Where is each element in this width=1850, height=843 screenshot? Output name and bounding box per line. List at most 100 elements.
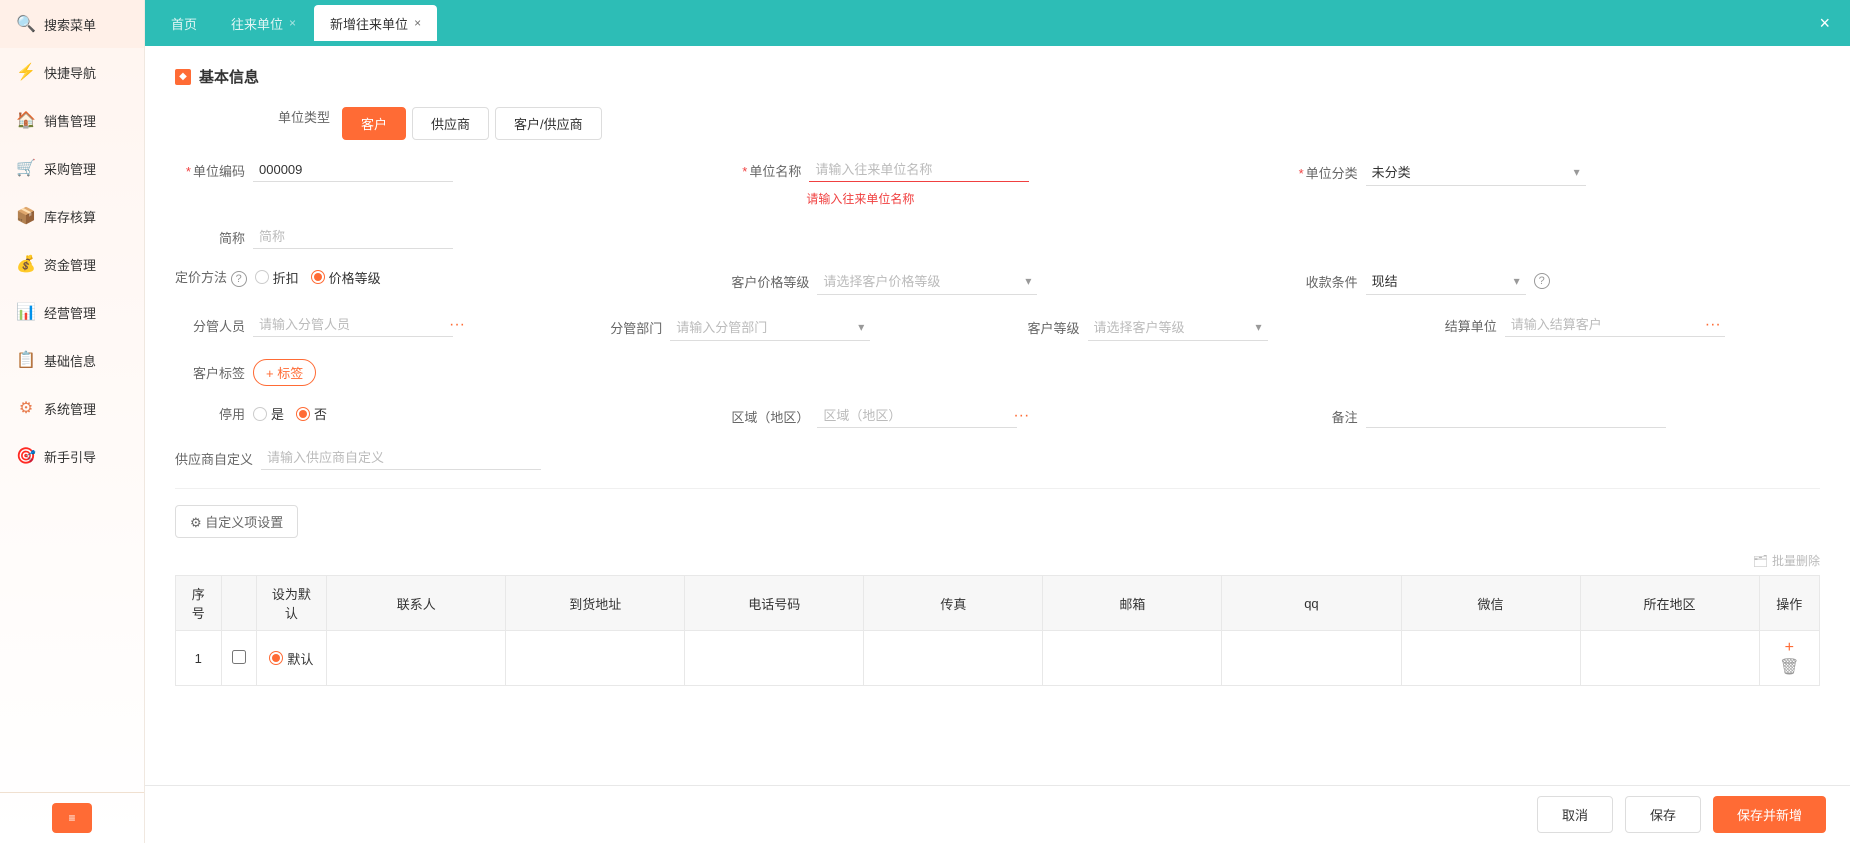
unit-type-both-btn[interactable]: 客户/供应商: [495, 107, 602, 140]
unit-type-row: 单位类型 客户 供应商 客户/供应商: [265, 107, 1820, 140]
row-wechat-input[interactable]: [1412, 651, 1570, 666]
department-select[interactable]: 请输入分管部门 ▾: [670, 313, 870, 341]
col-location: 所在地区: [1580, 576, 1759, 631]
unit-category-group: *单位分类 未分类 ▾: [1288, 158, 1820, 186]
row-contact-input[interactable]: [337, 651, 495, 666]
row-checkbox-input[interactable]: [232, 650, 246, 664]
row-qq-input[interactable]: [1232, 651, 1390, 666]
row-email-input[interactable]: [1053, 651, 1211, 666]
unit-type-customer-btn[interactable]: 客户: [342, 107, 406, 140]
customer-level-label: 客户等级: [1010, 318, 1080, 337]
custom-settings-btn[interactable]: ⚙ 自定义项设置: [175, 505, 298, 538]
unit-name-input[interactable]: [809, 158, 1029, 182]
customer-price-level-chevron: ▾: [1025, 274, 1031, 288]
sidebar-label-basic-info: 基础信息: [44, 351, 96, 370]
customer-price-level-label: 客户价格等级: [731, 272, 809, 291]
sidebar-item-operations[interactable]: 📊 经营管理: [0, 288, 144, 336]
tab-new-counterparty[interactable]: 新增往来单位 ×: [314, 5, 437, 41]
manager-group: 分管人员 ···: [175, 313, 568, 337]
payment-terms-help-icon[interactable]: ?: [1534, 273, 1550, 289]
col-wechat: 微信: [1401, 576, 1580, 631]
unit-category-label: *单位分类: [1288, 163, 1358, 182]
disabled-radio-no[interactable]: 否: [296, 404, 327, 423]
tab-counterparty-label: 往来单位: [231, 14, 283, 33]
tab-counterparty[interactable]: 往来单位 ×: [215, 5, 312, 41]
window-close-btn[interactable]: ×: [1809, 13, 1840, 34]
sidebar-item-system[interactable]: ⚙ 系统管理: [0, 384, 144, 432]
shortname-input[interactable]: [253, 225, 453, 249]
pricing-radio-price-level[interactable]: 价格等级: [311, 268, 381, 287]
sidebar-expand-btn[interactable]: ≡: [52, 803, 92, 833]
region-dots-btn[interactable]: ···: [1009, 407, 1033, 425]
content-area: ◆ 基本信息 单位类型 客户 供应商 客户/供应商 *单位编码: [145, 46, 1850, 785]
sidebar-item-purchase[interactable]: 🛒 采购管理: [0, 144, 144, 192]
region-input-group: ···: [817, 404, 1017, 428]
disabled-radio-yes[interactable]: 是: [253, 404, 284, 423]
contact-table: 序号 设为默认 联系人 到货地址 电话号码 传真 邮箱 qq 微信 所在地区 操…: [175, 575, 1820, 686]
sidebar-item-sales[interactable]: 🏠 销售管理: [0, 96, 144, 144]
col-qq: qq: [1222, 576, 1401, 631]
row-wechat: [1401, 631, 1580, 686]
operations-icon: 📊: [16, 302, 36, 322]
tab-home[interactable]: 首页: [155, 5, 213, 41]
row-address-input[interactable]: [516, 651, 674, 666]
row-phone-input[interactable]: [695, 651, 853, 666]
col-action: 操作: [1759, 576, 1819, 631]
sidebar-label-sales: 销售管理: [44, 111, 96, 130]
payment-terms-select[interactable]: 现结 ▾: [1366, 267, 1526, 295]
disabled-radio-group: 是 否: [253, 404, 327, 423]
unit-type-supplier-btn[interactable]: 供应商: [412, 107, 489, 140]
table-row: 1 默认: [176, 631, 1820, 686]
section-header: ◆ 基本信息: [175, 66, 1820, 87]
pricing-radio-discount[interactable]: 折扣: [255, 268, 299, 287]
sidebar-label-beginner: 新手引导: [44, 447, 96, 466]
region-input[interactable]: [817, 404, 1005, 427]
supplier-custom-input[interactable]: [261, 446, 541, 470]
manager-dots-btn[interactable]: ···: [445, 316, 469, 334]
tab-home-label: 首页: [171, 14, 197, 33]
tab-counterparty-close[interactable]: ×: [289, 16, 296, 30]
sidebar-item-inventory[interactable]: 📦 库存核算: [0, 192, 144, 240]
settlement-dots-btn[interactable]: ···: [1701, 316, 1725, 334]
payment-terms-chevron: ▾: [1514, 274, 1520, 288]
add-tag-btn[interactable]: + 标签: [253, 359, 316, 386]
cancel-button[interactable]: 取消: [1537, 796, 1613, 833]
row-add-btn[interactable]: +: [1783, 639, 1796, 656]
beginner-icon: 🎯: [16, 446, 36, 466]
batch-delete-label[interactable]: 批量删除: [1772, 552, 1820, 569]
customer-level-select[interactable]: 请选择客户等级 ▾: [1088, 313, 1268, 341]
price-level-label: 价格等级: [329, 268, 381, 287]
save-new-button[interactable]: 保存并新增: [1713, 796, 1826, 833]
customer-price-level-select[interactable]: 请选择客户价格等级 ▾: [817, 267, 1037, 295]
remarks-input[interactable]: [1366, 404, 1666, 428]
tab-bar: 首页 往来单位 × 新增往来单位 × ×: [145, 0, 1850, 46]
tab-new-counterparty-close[interactable]: ×: [414, 16, 421, 30]
pricing-radio-group: 折扣 价格等级: [255, 268, 381, 287]
disabled-row: 停用 是 否 区域（地区）: [175, 404, 1820, 428]
row-fax-input[interactable]: [874, 651, 1032, 666]
price-level-dot: [314, 273, 322, 281]
department-placeholder: 请输入分管部门: [676, 317, 854, 336]
sidebar-label-search: 搜索菜单: [44, 15, 96, 34]
sidebar-item-search[interactable]: 🔍 搜索菜单: [0, 0, 144, 48]
row-default-radio[interactable]: 默认: [267, 649, 317, 668]
row-default: 默认: [256, 631, 327, 686]
region-label: 区域（地区）: [731, 407, 809, 426]
row-delete-btn[interactable]: 🗑: [1777, 659, 1801, 676]
pricing-help-icon[interactable]: ?: [231, 271, 247, 287]
unit-category-select[interactable]: 未分类 ▾: [1366, 158, 1586, 186]
row-contact: [327, 631, 506, 686]
sidebar-item-quick-nav[interactable]: ⚡ 快捷导航: [0, 48, 144, 96]
unit-name-label: *单位名称: [731, 161, 801, 180]
customer-level-placeholder: 请选择客户等级: [1094, 317, 1252, 336]
row-location-input[interactable]: [1591, 651, 1749, 666]
sidebar-item-beginner[interactable]: 🎯 新手引导: [0, 432, 144, 480]
manager-input[interactable]: [253, 313, 441, 336]
save-button[interactable]: 保存: [1625, 796, 1701, 833]
customer-tag-row: 客户标签 + 标签: [175, 359, 1820, 386]
sidebar-item-basic-info[interactable]: 📋 基础信息: [0, 336, 144, 384]
sidebar-item-finance[interactable]: 💰 资金管理: [0, 240, 144, 288]
unit-code-group: *单位编码: [175, 158, 707, 182]
unit-code-input[interactable]: [253, 158, 453, 182]
settlement-unit-input[interactable]: [1505, 313, 1697, 336]
